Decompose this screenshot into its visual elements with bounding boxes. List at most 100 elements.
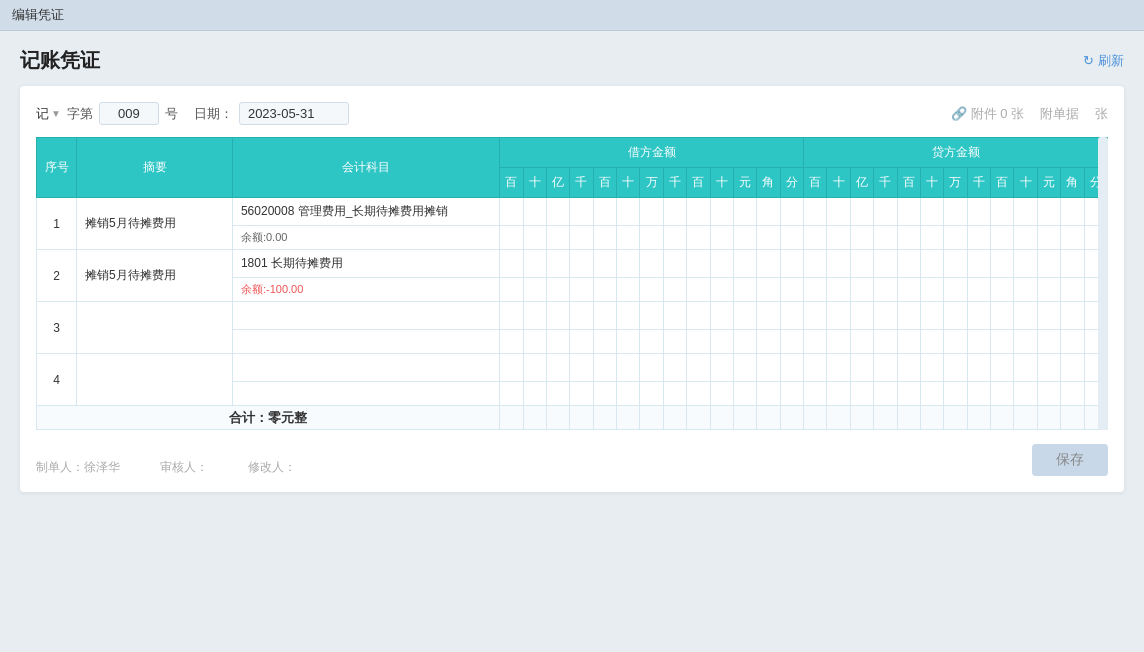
debit-cell[interactable] [687,198,710,226]
credit-cell[interactable] [967,354,990,382]
credit-cell[interactable] [920,354,943,382]
debit-cell[interactable] [500,354,523,382]
credit-cell[interactable] [920,198,943,226]
credit-cell[interactable] [874,198,897,226]
debit-cell[interactable] [546,302,569,330]
debit-cell[interactable] [687,302,710,330]
debit-cell[interactable] [640,302,663,330]
credit-cell[interactable] [1037,354,1060,382]
debit-cell[interactable] [500,198,523,226]
debit-cell[interactable] [593,250,616,278]
credit-cell[interactable] [967,302,990,330]
debit-cell[interactable] [546,250,569,278]
credit-cell[interactable] [991,198,1014,226]
credit-cell[interactable] [991,250,1014,278]
credit-cell[interactable] [827,250,850,278]
debit-cell[interactable] [780,198,803,226]
debit-cell[interactable] [593,198,616,226]
credit-cell[interactable] [1014,198,1037,226]
debit-cell[interactable] [570,302,593,330]
debit-cell[interactable] [523,250,546,278]
summary-cell[interactable] [77,354,233,406]
credit-cell[interactable] [1061,302,1084,330]
credit-cell[interactable] [1014,354,1037,382]
credit-cell[interactable] [804,250,827,278]
debit-cell[interactable] [710,198,733,226]
debit-cell[interactable] [617,354,640,382]
credit-cell[interactable] [804,302,827,330]
summary-cell[interactable]: 摊销5月待摊费用 [77,198,233,250]
credit-cell[interactable] [850,354,873,382]
debit-cell[interactable] [593,302,616,330]
debit-cell[interactable] [687,250,710,278]
seq-cell[interactable]: 2 [37,250,77,302]
debit-cell[interactable] [640,354,663,382]
credit-cell[interactable] [897,198,920,226]
debit-cell[interactable] [710,250,733,278]
debit-cell[interactable] [710,302,733,330]
credit-cell[interactable] [944,354,967,382]
credit-cell[interactable] [944,302,967,330]
debit-cell[interactable] [780,302,803,330]
credit-cell[interactable] [991,354,1014,382]
credit-cell[interactable] [850,302,873,330]
scrollbar[interactable] [1098,137,1108,430]
debit-cell[interactable] [733,198,756,226]
summary-cell[interactable] [77,302,233,354]
credit-cell[interactable] [874,354,897,382]
credit-cell[interactable] [1061,250,1084,278]
seq-cell[interactable]: 4 [37,354,77,406]
credit-cell[interactable] [1037,198,1060,226]
debit-cell[interactable] [640,198,663,226]
debit-cell[interactable] [710,354,733,382]
debit-cell[interactable] [780,354,803,382]
credit-cell[interactable] [827,302,850,330]
credit-cell[interactable] [1037,250,1060,278]
debit-cell[interactable] [546,354,569,382]
debit-cell[interactable] [593,354,616,382]
save-button[interactable]: 保存 [1032,444,1108,476]
debit-cell[interactable] [570,198,593,226]
debit-cell[interactable] [500,250,523,278]
voucher-number-input[interactable] [99,102,159,125]
debit-cell[interactable] [757,198,780,226]
debit-cell[interactable] [757,250,780,278]
account-cell[interactable]: 56020008 管理费用_长期待摊费用摊销 [232,198,499,226]
credit-cell[interactable] [944,198,967,226]
credit-cell[interactable] [991,302,1014,330]
debit-cell[interactable] [523,354,546,382]
debit-cell[interactable] [500,302,523,330]
credit-cell[interactable] [897,354,920,382]
debit-cell[interactable] [663,198,686,226]
debit-cell[interactable] [523,198,546,226]
debit-cell[interactable] [617,198,640,226]
credit-cell[interactable] [920,250,943,278]
credit-cell[interactable] [827,354,850,382]
credit-cell[interactable] [804,354,827,382]
credit-cell[interactable] [874,250,897,278]
debit-cell[interactable] [546,198,569,226]
credit-cell[interactable] [967,198,990,226]
credit-cell[interactable] [1014,250,1037,278]
credit-cell[interactable] [944,250,967,278]
credit-cell[interactable] [827,198,850,226]
debit-cell[interactable] [570,250,593,278]
credit-cell[interactable] [1037,302,1060,330]
debit-cell[interactable] [663,354,686,382]
account-cell[interactable] [232,354,499,382]
account-cell[interactable] [232,302,499,330]
credit-cell[interactable] [850,198,873,226]
credit-cell[interactable] [804,198,827,226]
debit-cell[interactable] [570,354,593,382]
credit-cell[interactable] [897,250,920,278]
slip-button[interactable]: 附单据 [1040,105,1079,123]
credit-cell[interactable] [850,250,873,278]
credit-cell[interactable] [874,302,897,330]
voucher-type-dropdown[interactable]: 记 ▼ [36,105,61,123]
date-input[interactable] [239,102,349,125]
debit-cell[interactable] [617,250,640,278]
debit-cell[interactable] [780,250,803,278]
refresh-button[interactable]: ↻ 刷新 [1083,52,1124,70]
credit-cell[interactable] [967,250,990,278]
credit-cell[interactable] [897,302,920,330]
